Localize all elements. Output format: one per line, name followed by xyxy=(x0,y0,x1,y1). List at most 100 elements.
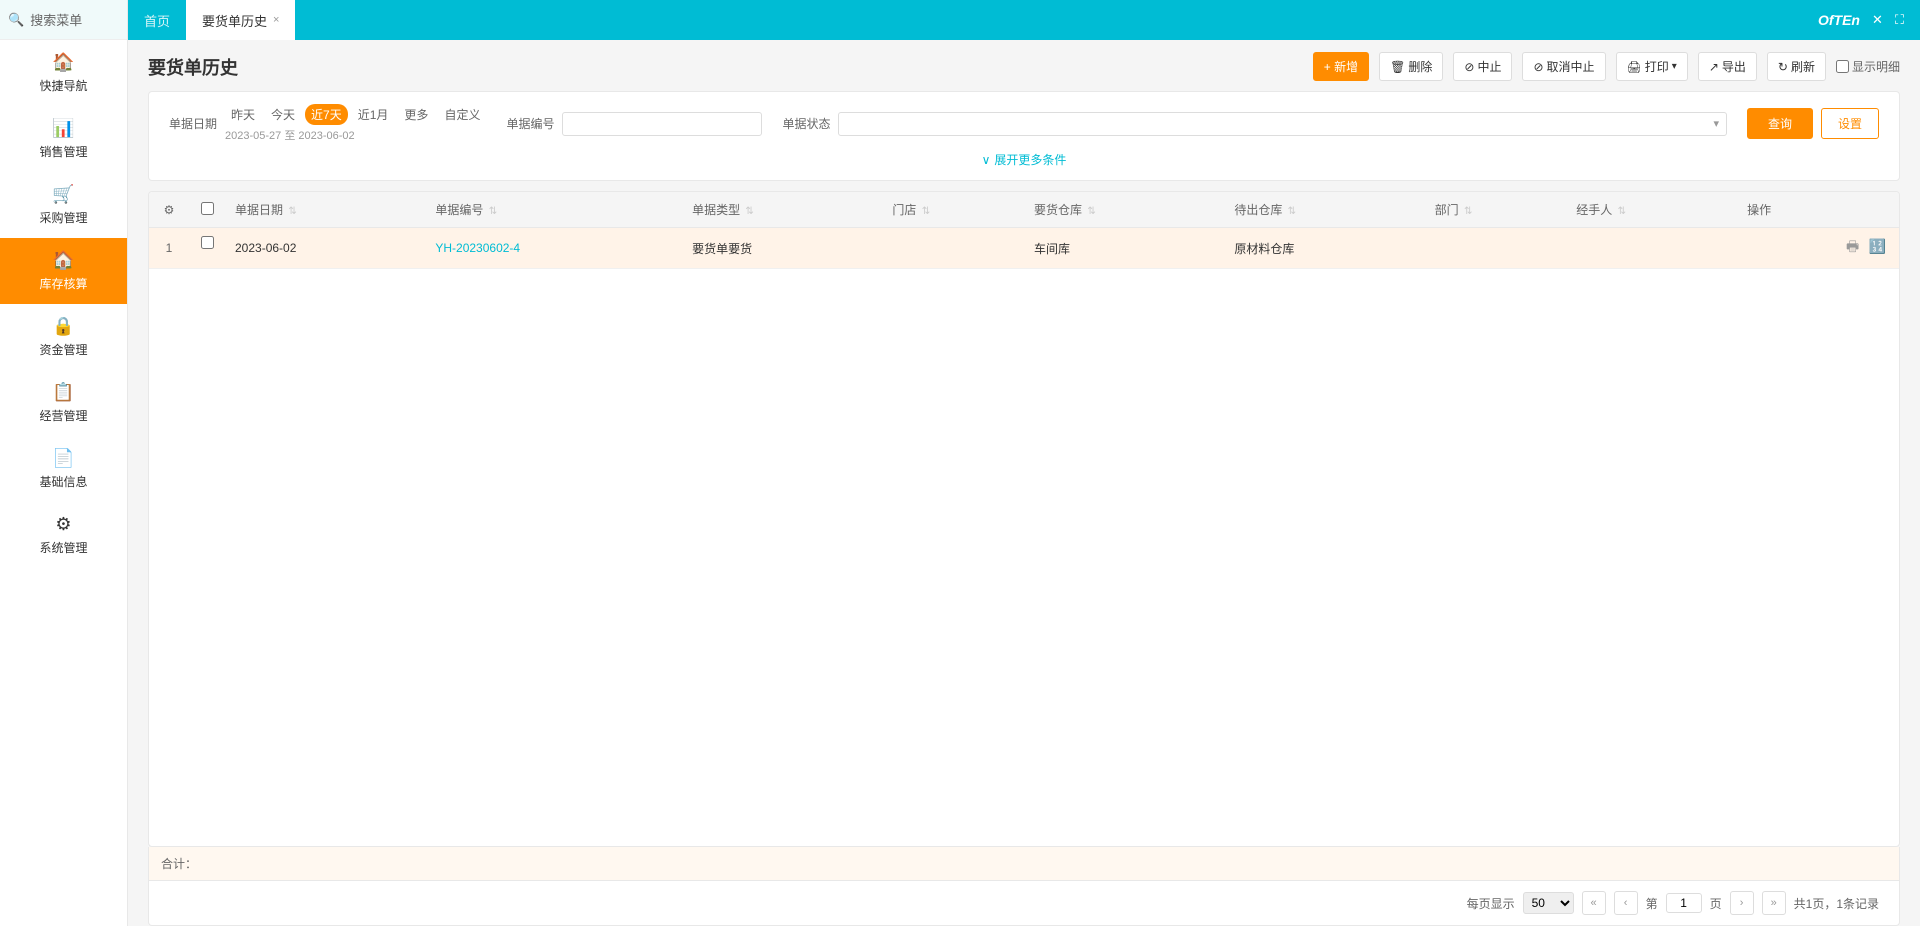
row-checkbox[interactable] xyxy=(201,236,214,249)
sort-handler-icon[interactable]: ⇅ xyxy=(1618,206,1626,217)
suspend-button[interactable]: ⊘ 中止 xyxy=(1453,52,1512,81)
th-handler: 经手人 ⇅ xyxy=(1566,192,1737,228)
status-input[interactable] xyxy=(838,112,1726,136)
th-date-label: 单据日期 xyxy=(235,203,283,217)
tab-home-label: 首页 xyxy=(144,11,170,30)
th-checkbox[interactable] xyxy=(189,192,225,228)
sidebar-item-label: 采购管理 xyxy=(39,209,87,226)
page-number-input[interactable] xyxy=(1666,893,1702,913)
gear-icon: ⚙ xyxy=(55,514,71,535)
shortcut-more[interactable]: 更多 xyxy=(398,104,434,125)
shortcut-yesterday[interactable]: 昨天 xyxy=(225,104,261,125)
tab-close-icon[interactable]: × xyxy=(273,14,279,26)
sidebar: 🔍 搜索菜单 🏠 快捷导航 📊 销售管理 🛒 采购管理 🏠 库存核算 🔒 资金管… xyxy=(0,0,128,926)
maximize-icon[interactable]: ⛶ xyxy=(1895,12,1904,28)
print-chevron-icon: ▾ xyxy=(1672,61,1677,72)
row-edit-icon[interactable]: 🖶 xyxy=(1843,238,1862,254)
display-detail-checkbox[interactable] xyxy=(1836,60,1849,73)
new-button[interactable]: + 新增 xyxy=(1313,52,1369,81)
close-window-icon[interactable]: ✕ xyxy=(1872,12,1883,28)
display-detail-label: 显示明细 xyxy=(1852,58,1900,75)
sort-doc-no-icon[interactable]: ⇅ xyxy=(489,206,497,217)
last-page-btn[interactable]: » xyxy=(1762,891,1786,915)
sidebar-item-purchase[interactable]: 🛒 采购管理 xyxy=(0,172,127,238)
main-content: 首页 要货单历史 × OfTEn ✕ ⛶ 要货单历史 + 新增 🗑 删除 ⊘ 中… xyxy=(128,0,1920,926)
export-button[interactable]: ↗ 导出 xyxy=(1698,52,1757,81)
th-store-label: 门店 xyxy=(892,203,916,217)
shortcut-custom[interactable]: 自定义 xyxy=(438,104,486,125)
page-size-select[interactable]: 50 10 20 100 xyxy=(1523,892,1574,914)
print-button[interactable]: 🖨 打印 ▾ xyxy=(1616,52,1688,81)
main-table: ⚙ 单据日期 ⇅ 单据编号 ⇅ 单据类型 ⇅ xyxy=(149,192,1899,269)
sidebar-item-label: 销售管理 xyxy=(39,143,87,160)
print-label: 打印 xyxy=(1645,58,1669,75)
home-icon: 🏠 xyxy=(52,52,74,73)
sidebar-item-system[interactable]: ⚙ 系统管理 xyxy=(0,502,127,568)
settings-icon: ⚙ xyxy=(164,203,175,217)
search-icon: 🔍 xyxy=(8,12,24,28)
row-checkbox-cell[interactable] xyxy=(189,228,225,257)
sidebar-item-label: 系统管理 xyxy=(39,539,87,556)
shortcut-7days[interactable]: 近7天 xyxy=(305,104,348,125)
sort-req-warehouse-icon[interactable]: ⇅ xyxy=(1087,206,1095,217)
next-page-btn[interactable]: › xyxy=(1730,891,1754,915)
select-all-checkbox[interactable] xyxy=(201,202,214,215)
row-pending-warehouse: 原材料仓库 xyxy=(1224,228,1424,269)
sort-date-icon[interactable]: ⇅ xyxy=(288,206,296,217)
row-delete-icon[interactable]: 🔢 xyxy=(1866,238,1889,254)
sort-doc-type-icon[interactable]: ⇅ xyxy=(745,206,753,217)
sidebar-item-quick-nav[interactable]: 🏠 快捷导航 xyxy=(0,40,127,106)
expand-more-btn[interactable]: ∨ 展开更多条件 xyxy=(169,151,1879,168)
th-department-label: 部门 xyxy=(1435,203,1459,217)
sidebar-item-finance[interactable]: 🔒 资金管理 xyxy=(0,304,127,370)
shortcut-today[interactable]: 今天 xyxy=(265,104,301,125)
export-label: 导出 xyxy=(1722,58,1746,75)
shortcut-1month[interactable]: 近1月 xyxy=(352,104,395,125)
sidebar-item-basic[interactable]: 📄 基础信息 xyxy=(0,436,127,502)
refresh-button[interactable]: ↻ 刷新 xyxy=(1767,52,1826,81)
sidebar-item-operation[interactable]: 📋 经营管理 xyxy=(0,370,127,436)
settings-button[interactable]: 设置 xyxy=(1821,108,1879,139)
doc-no-input[interactable] xyxy=(562,112,762,136)
first-page-btn[interactable]: « xyxy=(1582,891,1606,915)
doc-icon: 📄 xyxy=(52,448,74,469)
page-title: 要货单历史 xyxy=(148,54,238,80)
inventory-icon: 🏠 xyxy=(52,250,74,271)
prev-page-btn[interactable]: ‹ xyxy=(1614,891,1638,915)
row-req-warehouse: 车间库 xyxy=(1024,228,1224,269)
sort-store-icon[interactable]: ⇅ xyxy=(922,206,930,217)
page-label-before: 第 xyxy=(1646,895,1658,912)
display-detail-toggle[interactable]: 显示明细 xyxy=(1836,58,1900,75)
th-doc-type: 单据类型 ⇅ xyxy=(682,192,882,228)
cancel-suspend-button[interactable]: ⊘ 取消中止 xyxy=(1522,52,1605,81)
th-settings[interactable]: ⚙ xyxy=(149,192,189,228)
delete-icon: 🗑 xyxy=(1390,60,1405,74)
th-date: 单据日期 ⇅ xyxy=(225,192,425,228)
delete-button[interactable]: 🗑 删除 xyxy=(1379,52,1443,81)
sidebar-search[interactable]: 🔍 搜索菜单 xyxy=(0,0,127,40)
suspend-icon: ⊘ xyxy=(1464,60,1474,74)
filter-buttons: 查询 设置 xyxy=(1747,108,1879,139)
topbar-right: OfTEn ✕ ⛶ xyxy=(1818,12,1920,28)
th-doc-no: 单据编号 ⇅ xyxy=(425,192,682,228)
date-range-display: 2023-05-27 至 2023-06-02 xyxy=(225,127,486,143)
sort-department-icon[interactable]: ⇅ xyxy=(1464,206,1472,217)
sidebar-item-label: 快捷导航 xyxy=(39,77,87,94)
query-button[interactable]: 查询 xyxy=(1747,108,1813,139)
sidebar-item-sales[interactable]: 📊 销售管理 xyxy=(0,106,127,172)
sidebar-item-inventory[interactable]: 🏠 库存核算 xyxy=(0,238,127,304)
tab-home[interactable]: 首页 xyxy=(128,0,186,40)
row-date: 2023-06-02 xyxy=(225,228,425,269)
sort-pending-warehouse-icon[interactable]: ⇅ xyxy=(1288,206,1296,217)
doc-no-link[interactable]: YH-20230602-4 xyxy=(435,241,520,255)
th-doc-type-label: 单据类型 xyxy=(692,203,740,217)
cancel-suspend-label: 取消中止 xyxy=(1547,58,1595,75)
export-icon: ↗ xyxy=(1709,60,1719,74)
tab-requisition-history[interactable]: 要货单历史 × xyxy=(186,0,295,40)
row-doc-no[interactable]: YH-20230602-4 xyxy=(425,228,682,269)
row-doc-type: 要货单要货 xyxy=(682,228,882,269)
th-pending-warehouse: 待出仓库 ⇅ xyxy=(1224,192,1424,228)
th-pending-warehouse-label: 待出仓库 xyxy=(1234,203,1282,217)
cart-icon: 🛒 xyxy=(52,184,74,205)
sidebar-item-label: 基础信息 xyxy=(39,473,87,490)
